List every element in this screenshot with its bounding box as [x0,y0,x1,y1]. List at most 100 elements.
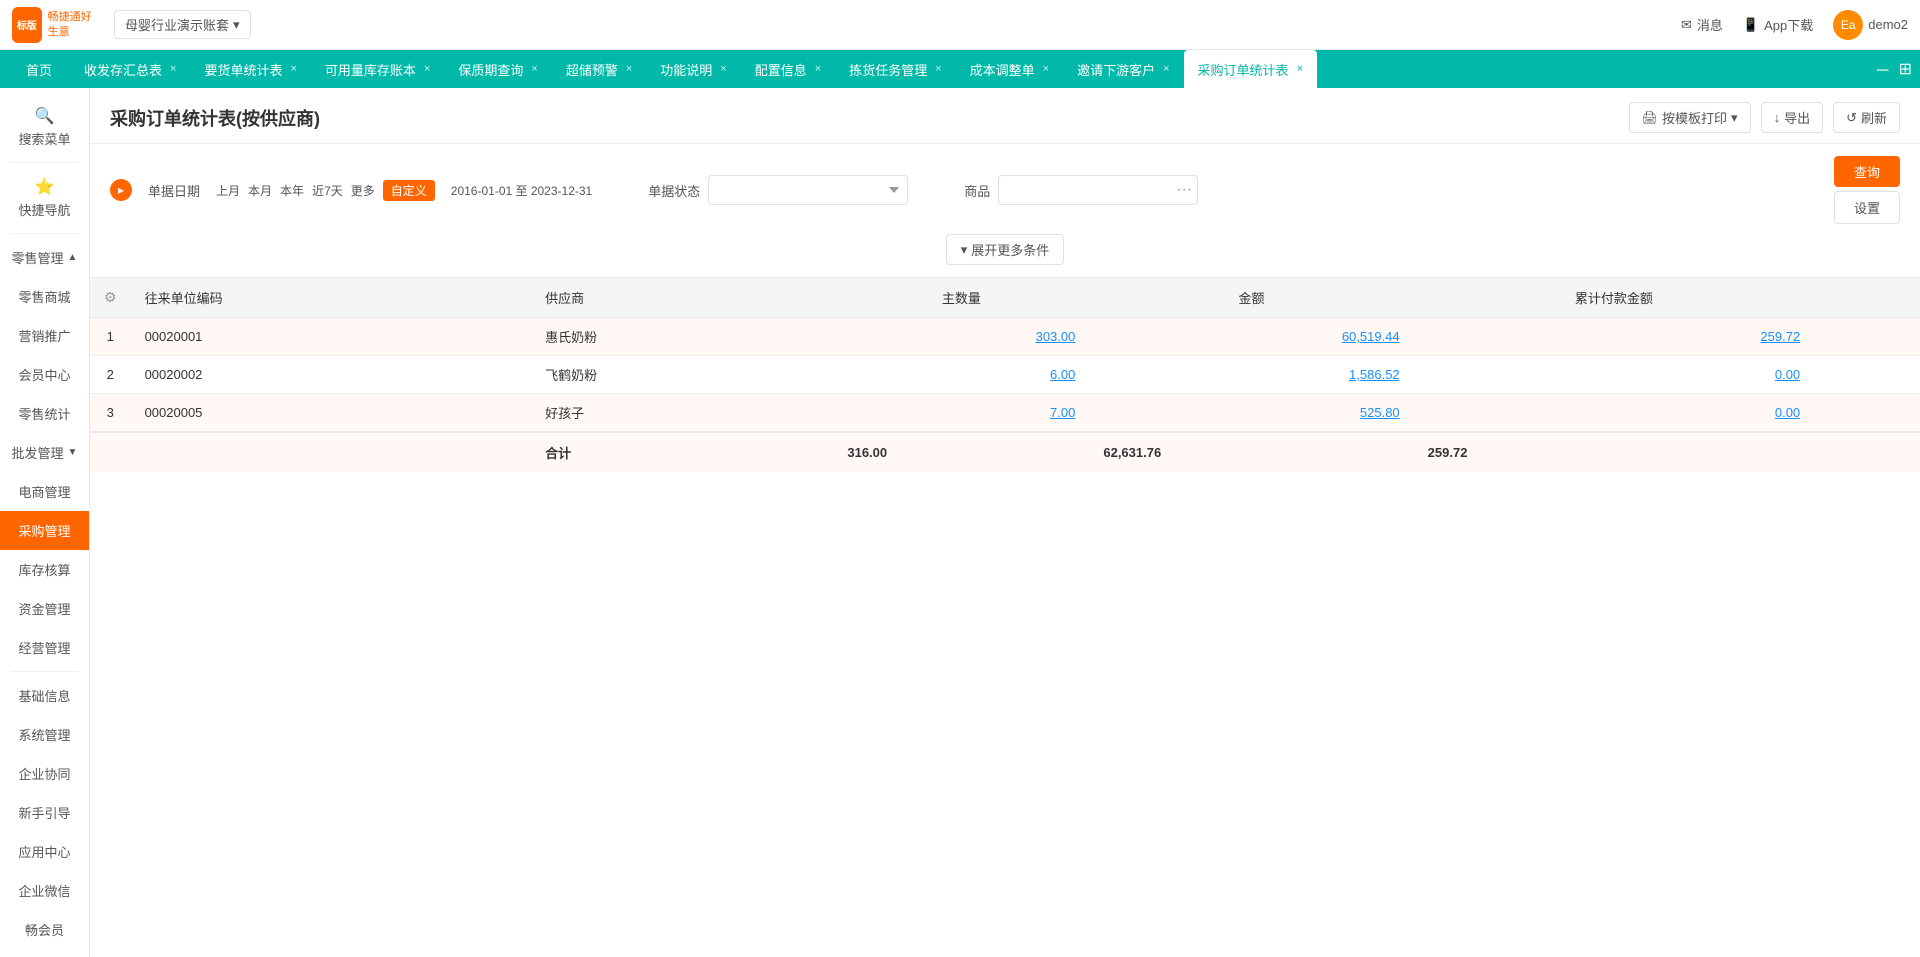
goods-input[interactable] [998,175,1198,205]
status-select[interactable] [708,175,908,205]
tab-采购订单统计表[interactable]: 采购订单统计表 × [1184,50,1317,88]
sidebar-item-appstore[interactable]: 应用中心 [0,832,89,871]
status-filter-field: 单据状态 [648,175,908,205]
row1-amount[interactable]: 60,519.44 [1089,318,1413,356]
sidebar-item-operation[interactable]: 经营管理 [0,628,89,667]
tab-拣货任务管理[interactable]: 拣货任务管理 × [835,50,955,88]
footer-label: 合计 [531,432,833,472]
tab-超储预警[interactable]: 超储预警 × [552,50,646,88]
sidebar-item-basic-info[interactable]: 基础信息 [0,676,89,715]
sidebar-label-retailshop: 零售商城 [18,287,70,306]
date-range-display: 2016-01-01 至 2023-12-31 [451,182,592,199]
sidebar-item-newbie[interactable]: 新手引导 [0,793,89,832]
org-name: 母婴行业演示账套 [125,15,229,34]
filter-row-1: ▸ 单据日期 上月 本月 本年 近7天 更多 自定义 2016-01-01 至 … [110,156,1900,224]
app-icon: 📱 [1743,17,1759,33]
retail-mgmt-label: 零售管理 [12,248,64,267]
sidebar-item-retail-shop[interactable]: 零售商城 [0,277,89,316]
tab-home[interactable]: 首页 [8,50,70,88]
goods-input-wrapper: ··· [998,175,1198,205]
shortcut-last-month[interactable]: 上月 [216,182,240,199]
shortcut-more[interactable]: 更多 [351,182,375,199]
filter-action-buttons: 查询 设置 [1834,156,1900,224]
sidebar-label-membership: 会员中心 [18,365,70,384]
app-download-button[interactable]: 📱 App下载 [1743,15,1813,34]
sidebar-label-purchase: 采购管理 [18,521,70,540]
tab-邀请下游客户[interactable]: 邀请下游客户 × [1063,50,1183,88]
close-icon[interactable]: × [424,63,430,75]
shortcut-7days[interactable]: 近7天 [312,182,343,199]
row3-amount[interactable]: 525.80 [1089,394,1413,433]
tab-配置信息[interactable]: 配置信息 × [741,50,835,88]
settings-button[interactable]: 设置 [1834,191,1900,224]
org-selector[interactable]: 母婴行业演示账套 ▾ [114,10,251,39]
user-menu[interactable]: Ea demo2 [1833,10,1908,40]
row2-code: 00020002 [131,356,532,394]
row3-paid[interactable]: 0.00 [1414,394,1815,433]
close-icon-active[interactable]: × [1297,63,1303,75]
table-settings-icon[interactable]: ⚙ [104,289,117,305]
chevron-down-icon: ▼ [68,447,78,458]
export-button[interactable]: ↓ 导出 [1761,102,1824,133]
search-button[interactable]: 查询 [1834,156,1900,187]
sidebar-item-finance[interactable]: 资金管理 [0,589,89,628]
close-icon[interactable]: × [935,63,941,75]
sidebar-item-member[interactable]: 畅会员 [0,910,89,949]
sidebar-item-retail-stats[interactable]: 零售统计 [0,394,89,433]
row2-amount[interactable]: 1,586.52 [1089,356,1413,394]
tab-功能说明[interactable]: 功能说明 × [646,50,740,88]
footer-amount: 62,631.76 [1089,432,1413,472]
tab-可用量库存账本[interactable]: 可用量库存账本 × [311,50,444,88]
sidebar-item-ecommerce[interactable]: 电商管理 [0,472,89,511]
nav-maximize-icon[interactable]: ⊞ [1899,59,1912,79]
close-icon[interactable]: × [1163,63,1169,75]
print-label: 按模板打印 [1662,108,1727,127]
logo-area: 标版 畅捷通好生意 [12,7,102,43]
close-icon[interactable]: × [1043,63,1049,75]
refresh-button[interactable]: ↺ 刷新 [1833,102,1900,133]
shortcut-this-year[interactable]: 本年 [280,182,304,199]
sidebar-item-wholesale[interactable]: 批发管理 ▼ [0,433,89,472]
row2-qty[interactable]: 6.00 [833,356,1089,394]
custom-date-badge[interactable]: 自定义 [383,180,435,201]
goods-more-icon[interactable]: ··· [1176,181,1192,199]
sidebar-item-quicknav[interactable]: ⭐ 快捷导航 [0,167,89,229]
close-icon[interactable]: × [815,63,821,75]
sidebar-item-marketing[interactable]: 营销推广 [0,316,89,355]
close-icon[interactable]: × [290,63,296,75]
row2-paid[interactable]: 0.00 [1414,356,1815,394]
sidebar-item-collaboration[interactable]: 企业协同 [0,754,89,793]
filter-toggle-button[interactable]: ▸ [110,179,132,201]
nav-minimize-icon[interactable]: － [1875,57,1891,81]
tab-保质期查询[interactable]: 保质期查询 × [444,50,551,88]
row3-index: 3 [90,394,131,433]
sidebar-label-retailstats: 零售统计 [18,404,70,423]
goods-filter-field: 商品 ··· [964,175,1198,205]
expand-more-button[interactable]: ▾ 展开更多条件 [946,234,1065,265]
sidebar-item-membership[interactable]: 会员中心 [0,355,89,394]
message-button[interactable]: ✉ 消息 [1681,15,1723,34]
row1-qty[interactable]: 303.00 [833,318,1089,356]
print-button[interactable]: 🖨 按模板打印 ▾ [1629,102,1751,133]
close-icon[interactable]: × [626,63,632,75]
sidebar-item-system[interactable]: 系统管理 [0,715,89,754]
row3-code: 00020005 [131,394,532,433]
sidebar-item-inventory[interactable]: 库存核算 [0,550,89,589]
shortcut-this-month[interactable]: 本月 [248,182,272,199]
tab-成本调整单[interactable]: 成本调整单 × [956,50,1063,88]
close-icon[interactable]: × [531,63,537,75]
sidebar-item-retail-mgmt[interactable]: 零售管理 ▲ [0,238,89,277]
sidebar-label-wholesale: 批发管理 [12,443,64,462]
tab-要货单统计表[interactable]: 要货单统计表 × [190,50,310,88]
sidebar-item-search[interactable]: 🔍 搜索菜单 [0,96,89,158]
row3-qty[interactable]: 7.00 [833,394,1089,433]
tab-收发存汇总表[interactable]: 收发存汇总表 × [70,50,190,88]
close-icon[interactable]: × [170,63,176,75]
close-icon[interactable]: × [720,63,726,75]
row1-paid[interactable]: 259.72 [1414,318,1815,356]
col-code-header: 往来单位编码 [131,278,532,318]
sidebar-label-appstore: 应用中心 [18,842,70,861]
sidebar-label-wechat: 企业微信 [18,881,70,900]
sidebar-item-purchase[interactable]: 采购管理 [0,511,89,550]
sidebar-item-wechat[interactable]: 企业微信 [0,871,89,910]
